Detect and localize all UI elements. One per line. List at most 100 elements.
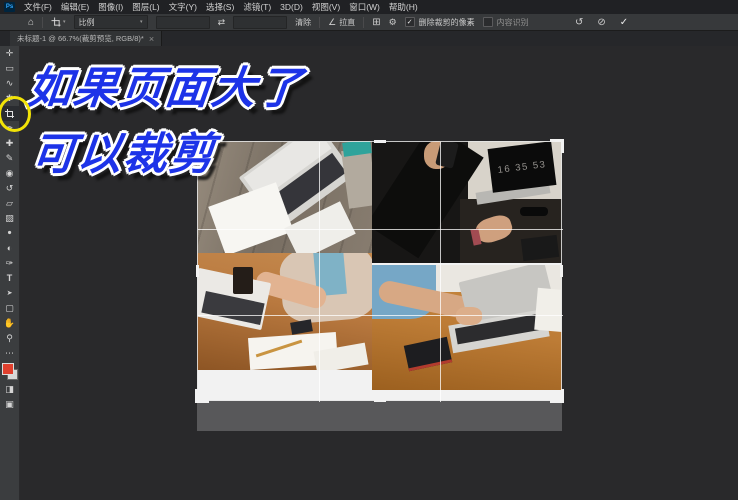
pen-icon: ✑ [5, 258, 14, 268]
options-bar: ⌂ ▾ 比例 ▾ ⇄ 清除 ∠ 拉直 ⊞ ⚙ ✓ 删除裁剪的像素 内容识别 ↺ … [0, 14, 738, 31]
document-tab-title: 未标题-1 @ 66.7%(裁剪预览, RGB/8)* [17, 34, 144, 43]
crop-height-input[interactable] [233, 15, 288, 29]
menu-select[interactable]: 选择(S) [206, 1, 234, 13]
tool-history-brush[interactable]: ↺ [0, 181, 19, 196]
check-icon: ✓ [406, 18, 413, 26]
document-tab[interactable]: 未标题-1 @ 66.7%(裁剪预览, RGB/8)* × [10, 31, 163, 46]
tool-spot-healing[interactable]: ✚ [0, 136, 19, 151]
commit-crop-icon[interactable]: ✓ [620, 17, 628, 28]
photoshop-window: Ps 文件(F) 编辑(E) 图像(I) 图层(L) 文字(Y) 选择(S) 滤… [0, 0, 738, 500]
caret-icon: ▾ [63, 19, 66, 25]
document-canvas[interactable]: 16 35 53 [195, 139, 564, 431]
menu-edit[interactable]: 编辑(E) [61, 1, 89, 13]
tool-gradient[interactable]: ▨ [0, 211, 19, 226]
crop-handle-left[interactable] [196, 265, 199, 277]
straighten-button[interactable]: 拉直 [339, 17, 355, 28]
crop-handle-bottom[interactable] [374, 399, 386, 402]
crop-handle-top[interactable] [374, 140, 386, 143]
tool-zoom[interactable]: ⚲ [0, 331, 19, 346]
blur-icon: ⚫ [6, 230, 13, 237]
caret-icon: ▾ [140, 19, 143, 25]
tool-move[interactable]: ✛ [0, 46, 19, 61]
swap-dimensions-icon[interactable]: ⇄ [218, 17, 226, 28]
crop-settings-gear-icon[interactable]: ⚙ [389, 17, 397, 28]
edit-toolbar-button[interactable]: ⋯ [0, 346, 19, 361]
crop-shield-area [197, 401, 562, 431]
path-selection-icon: ➤ [6, 290, 13, 297]
content-aware-label[interactable]: 内容识别 [497, 17, 529, 28]
ratio-label: 比例 [78, 17, 95, 27]
tool-hand[interactable]: ✋ [0, 316, 19, 331]
quick-mask-icon: ◨ [5, 384, 14, 394]
gradient-icon: ▨ [5, 213, 14, 223]
tool-pen[interactable]: ✑ [0, 256, 19, 271]
clear-button[interactable]: 清除 [295, 17, 311, 28]
tool-brush[interactable]: ✎ [0, 151, 19, 166]
menu-bar: Ps 文件(F) 编辑(E) 图像(I) 图层(L) 文字(Y) 选择(S) 滤… [0, 0, 738, 14]
quick-mask-button[interactable]: ◨ [0, 382, 19, 397]
photoshop-logo-icon: Ps [4, 2, 15, 12]
overlay-options-icon[interactable]: ⊞ [372, 17, 380, 28]
screen-mode-button[interactable]: ▣ [0, 397, 19, 412]
crop-handle-right[interactable] [560, 265, 563, 277]
screen-mode-icon: ▣ [5, 399, 14, 409]
tool-dodge[interactable]: ◐ [0, 241, 19, 256]
crop-bounding-box[interactable] [195, 139, 564, 403]
color-swatches[interactable] [1, 363, 18, 380]
delete-cropped-pixels-label[interactable]: 删除裁剪的像素 [419, 17, 475, 28]
crop-tool-highlight-circle [0, 96, 31, 132]
history-brush-icon: ↺ [5, 183, 14, 193]
tool-eraser[interactable]: ▱ [0, 196, 19, 211]
menu-help[interactable]: 帮助(H) [389, 1, 418, 13]
menu-image[interactable]: 图像(I) [98, 1, 123, 13]
content-aware-checkbox[interactable] [482, 17, 493, 27]
delete-cropped-pixels-checkbox[interactable]: ✓ [404, 17, 415, 27]
foreground-color-swatch[interactable] [1, 363, 14, 375]
brush-icon: ✎ [5, 153, 14, 163]
marquee-icon: ▭ [5, 63, 14, 73]
crop-grid-line [440, 142, 441, 402]
crop-handle-top-right[interactable] [550, 139, 564, 153]
reset-crop-icon[interactable]: ↺ [575, 17, 583, 28]
crop-handle-bottom-left[interactable] [195, 389, 209, 403]
tool-shape[interactable]: ▢ [0, 301, 19, 316]
tool-type[interactable]: T [0, 271, 19, 286]
clone-stamp-icon: ◉ [5, 168, 14, 178]
hand-icon: ✋ [3, 318, 16, 328]
tool-clone-stamp[interactable]: ◉ [0, 166, 19, 181]
type-icon: T [6, 273, 13, 283]
annotation-line-2: 可以裁剪 [28, 130, 219, 179]
dodge-icon: ◐ [6, 243, 13, 253]
zoom-icon: ⚲ [6, 333, 13, 343]
tool-rectangular-marquee[interactable]: ▭ [0, 61, 19, 76]
cancel-crop-icon[interactable]: ⊘ [597, 17, 605, 28]
menu-filter[interactable]: 滤镜(T) [243, 1, 271, 13]
separator [363, 16, 365, 28]
lasso-icon: ∿ [5, 78, 14, 88]
menu-3d[interactable]: 3D(D) [280, 2, 303, 12]
crop-handle-bottom-right[interactable] [550, 389, 564, 403]
tool-lasso[interactable]: ∿ [0, 76, 19, 91]
straighten-icon[interactable]: ∠ [328, 17, 336, 28]
annotation-line-1: 如果页面大了 [24, 64, 307, 113]
crop-tool-icon [51, 17, 61, 27]
crop-grid-line [198, 229, 563, 230]
tool-path-selection[interactable]: ➤ [0, 286, 19, 301]
tab-bar: 未标题-1 @ 66.7%(裁剪预览, RGB/8)* × [0, 31, 738, 46]
tool-blur[interactable]: ⚫ [0, 226, 19, 241]
ratio-preset-dropdown[interactable]: 比例 ▾ [73, 15, 148, 29]
menu-file[interactable]: 文件(F) [24, 1, 52, 13]
healing-icon: ✚ [5, 138, 14, 148]
crop-grid-line [198, 315, 563, 316]
crop-width-input[interactable] [155, 15, 210, 29]
active-tool-button[interactable]: ▾ [51, 17, 66, 27]
menu-type[interactable]: 文字(Y) [169, 1, 197, 13]
menu-view[interactable]: 视图(V) [312, 1, 340, 13]
close-tab-icon[interactable]: × [149, 34, 154, 44]
menu-layer[interactable]: 图层(L) [132, 1, 159, 13]
menu-window[interactable]: 窗口(W) [349, 1, 380, 13]
move-icon: ✛ [5, 48, 14, 58]
home-icon[interactable]: ⌂ [28, 17, 34, 28]
crop-grid-line [319, 142, 320, 402]
eraser-icon: ▱ [6, 198, 13, 208]
